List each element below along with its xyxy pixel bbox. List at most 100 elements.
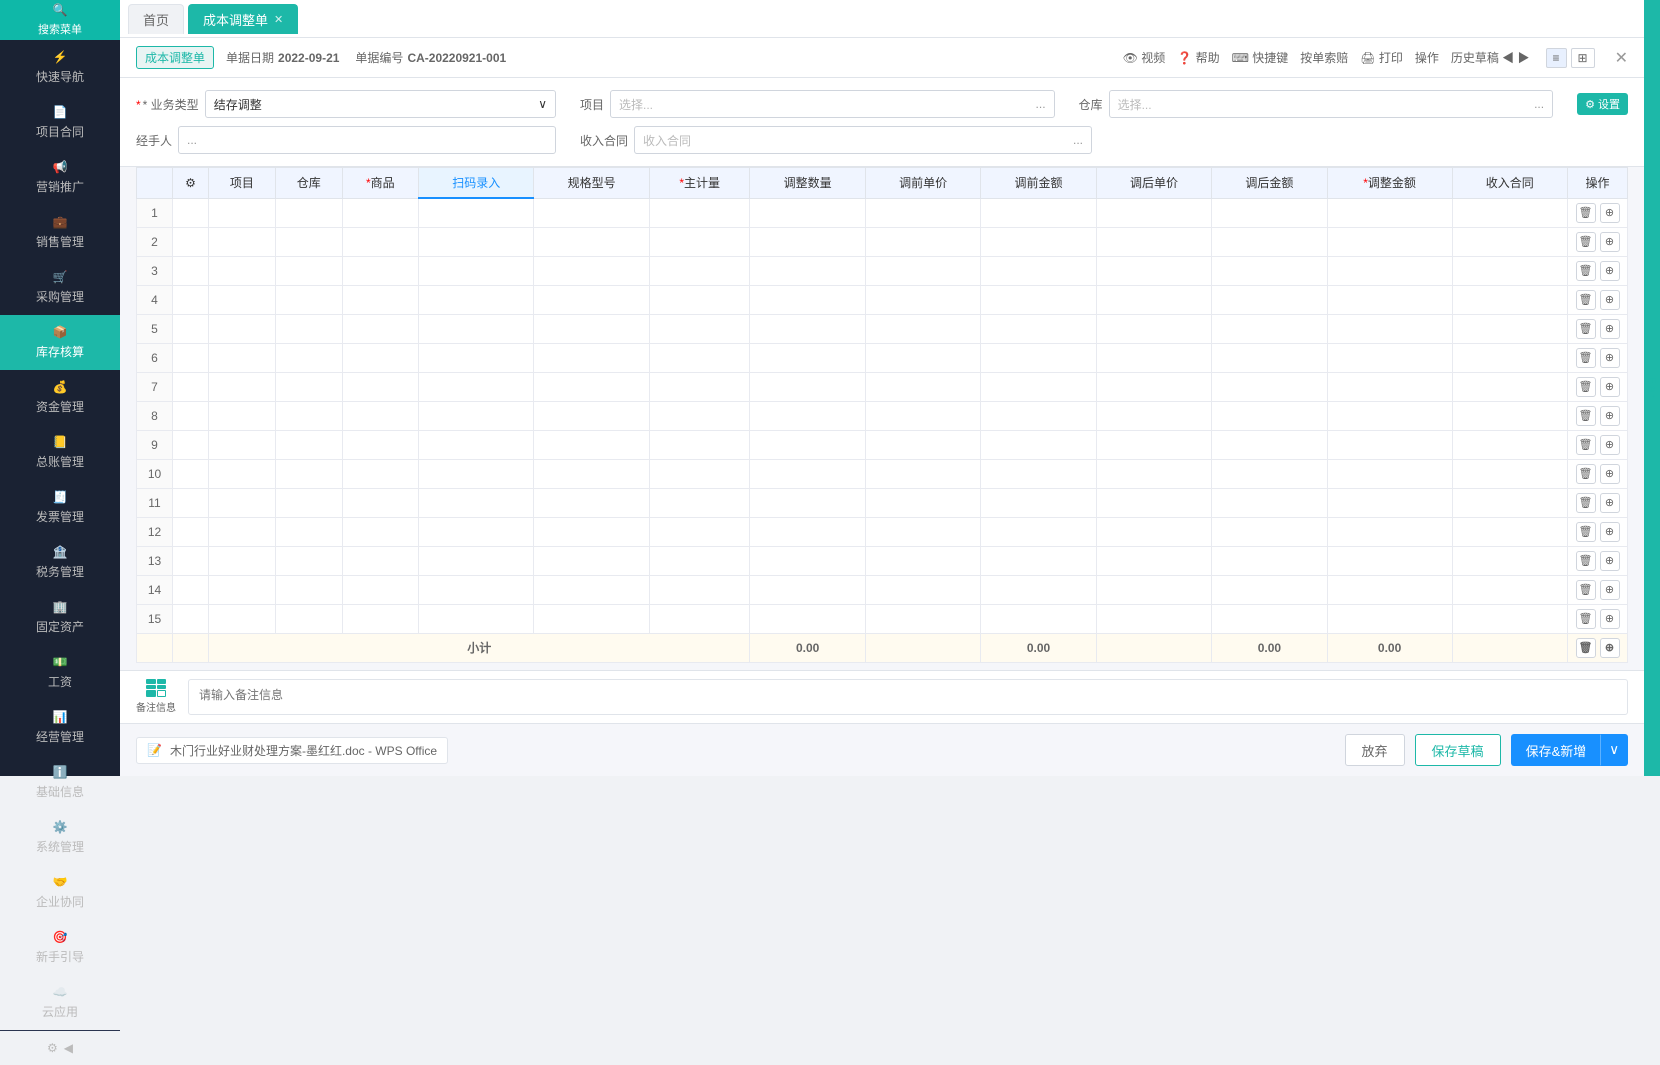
row-spec-5[interactable]	[534, 314, 649, 343]
row-delete-1[interactable]: 🗑	[1576, 203, 1596, 223]
row-project-14[interactable]	[209, 575, 276, 604]
sidebar-item-cloud-apps[interactable]: ☁️ 云应用	[0, 975, 120, 1030]
row-product-12[interactable]	[342, 517, 418, 546]
row-copy-4[interactable]: ⊕	[1600, 290, 1620, 310]
row-after-price-13[interactable]	[1096, 546, 1211, 575]
row-unit-6[interactable]	[649, 343, 750, 372]
row-income-contract-5[interactable]	[1452, 314, 1567, 343]
row-scan-10[interactable]	[418, 459, 533, 488]
shortcut-btn[interactable]: ⌨ 快捷键	[1232, 49, 1289, 66]
row-after-price-15[interactable]	[1096, 604, 1211, 633]
row-unit-10[interactable]	[649, 459, 750, 488]
claim-btn[interactable]: 按单索赔	[1300, 49, 1348, 66]
row-copy-5[interactable]: ⊕	[1600, 319, 1620, 339]
row-delete-13[interactable]: 🗑	[1576, 551, 1596, 571]
row-after-amount-15[interactable]	[1212, 604, 1327, 633]
row-adjust-amount-11[interactable]	[1327, 488, 1452, 517]
sidebar-item-operations[interactable]: 📊 经营管理	[0, 700, 120, 755]
row-spec-6[interactable]	[534, 343, 649, 372]
sidebar-item-payroll[interactable]: 💵 工资	[0, 645, 120, 700]
row-delete-6[interactable]: 🗑	[1576, 348, 1596, 368]
row-project-8[interactable]	[209, 401, 276, 430]
save-new-main-button[interactable]: 保存&新增	[1511, 734, 1601, 766]
row-adjust-qty-8[interactable]	[750, 401, 865, 430]
row-project-1[interactable]	[209, 198, 276, 227]
row-scan-2[interactable]	[418, 227, 533, 256]
save-draft-button[interactable]: 保存草稿	[1415, 734, 1501, 766]
row-after-amount-7[interactable]	[1212, 372, 1327, 401]
row-before-price-14[interactable]	[865, 575, 980, 604]
subtotal-delete[interactable]: 🗑	[1576, 638, 1596, 658]
sidebar-item-project-contract[interactable]: 📄 项目合同	[0, 95, 120, 150]
notes-input[interactable]	[188, 679, 1628, 715]
sidebar-item-invoice[interactable]: 🧾 发票管理	[0, 480, 120, 535]
row-after-price-7[interactable]	[1096, 372, 1211, 401]
row-warehouse-6[interactable]	[275, 343, 342, 372]
sidebar-item-fixed-assets[interactable]: 🏢 固定资产	[0, 590, 120, 645]
row-before-price-15[interactable]	[865, 604, 980, 633]
col-scan-header[interactable]: 扫码录入	[418, 168, 533, 199]
row-delete-7[interactable]: 🗑	[1576, 377, 1596, 397]
row-warehouse-11[interactable]	[275, 488, 342, 517]
ops-btn[interactable]: 操作	[1415, 49, 1439, 66]
row-before-amount-5[interactable]	[981, 314, 1096, 343]
business-type-select[interactable]: 结存调整 ∨	[205, 90, 556, 118]
row-income-contract-1[interactable]	[1452, 198, 1567, 227]
side-panel-indicator[interactable]: Ear	[1644, 0, 1660, 776]
row-product-14[interactable]	[342, 575, 418, 604]
row-copy-11[interactable]: ⊕	[1600, 493, 1620, 513]
row-after-price-8[interactable]	[1096, 401, 1211, 430]
row-unit-5[interactable]	[649, 314, 750, 343]
tab-close-icon[interactable]: ✕	[274, 13, 283, 26]
row-spec-1[interactable]	[534, 198, 649, 227]
row-before-price-13[interactable]	[865, 546, 980, 575]
tab-cost-adjust[interactable]: 成本调整单 ✕	[188, 4, 298, 34]
row-after-price-5[interactable]	[1096, 314, 1211, 343]
row-before-amount-12[interactable]	[981, 517, 1096, 546]
row-scan-1[interactable]	[418, 198, 533, 227]
row-after-price-4[interactable]	[1096, 285, 1211, 314]
row-product-7[interactable]	[342, 372, 418, 401]
row-after-price-14[interactable]	[1096, 575, 1211, 604]
row-income-contract-3[interactable]	[1452, 256, 1567, 285]
row-delete-9[interactable]: 🗑	[1576, 435, 1596, 455]
row-adjust-amount-15[interactable]	[1327, 604, 1452, 633]
row-copy-7[interactable]: ⊕	[1600, 377, 1620, 397]
row-adjust-amount-2[interactable]	[1327, 227, 1452, 256]
row-after-price-1[interactable]	[1096, 198, 1211, 227]
row-product-1[interactable]	[342, 198, 418, 227]
row-unit-14[interactable]	[649, 575, 750, 604]
row-project-6[interactable]	[209, 343, 276, 372]
row-product-4[interactable]	[342, 285, 418, 314]
row-unit-2[interactable]	[649, 227, 750, 256]
row-after-amount-5[interactable]	[1212, 314, 1327, 343]
row-unit-7[interactable]	[649, 372, 750, 401]
row-warehouse-3[interactable]	[275, 256, 342, 285]
row-delete-11[interactable]: 🗑	[1576, 493, 1596, 513]
row-after-price-9[interactable]	[1096, 430, 1211, 459]
row-after-amount-14[interactable]	[1212, 575, 1327, 604]
view-toggle-list[interactable]: ≡	[1546, 48, 1567, 68]
row-after-amount-10[interactable]	[1212, 459, 1327, 488]
row-delete-2[interactable]: 🗑	[1576, 232, 1596, 252]
row-copy-13[interactable]: ⊕	[1600, 551, 1620, 571]
row-scan-11[interactable]	[418, 488, 533, 517]
project-input[interactable]: 选择... ...	[610, 90, 1055, 118]
col-settings-header[interactable]: ⚙	[173, 168, 209, 199]
row-income-contract-7[interactable]	[1452, 372, 1567, 401]
row-before-amount-4[interactable]	[981, 285, 1096, 314]
row-adjust-amount-8[interactable]	[1327, 401, 1452, 430]
row-income-contract-4[interactable]	[1452, 285, 1567, 314]
row-after-price-10[interactable]	[1096, 459, 1211, 488]
row-warehouse-1[interactable]	[275, 198, 342, 227]
row-spec-9[interactable]	[534, 430, 649, 459]
sidebar-item-system-mgmt[interactable]: ⚙️ 系统管理	[0, 810, 120, 865]
row-warehouse-10[interactable]	[275, 459, 342, 488]
row-spec-4[interactable]	[534, 285, 649, 314]
row-spec-8[interactable]	[534, 401, 649, 430]
row-before-amount-15[interactable]	[981, 604, 1096, 633]
row-project-7[interactable]	[209, 372, 276, 401]
sidebar-item-purchase-mgmt[interactable]: 🛒 采购管理	[0, 260, 120, 315]
row-project-9[interactable]	[209, 430, 276, 459]
row-delete-5[interactable]: 🗑	[1576, 319, 1596, 339]
